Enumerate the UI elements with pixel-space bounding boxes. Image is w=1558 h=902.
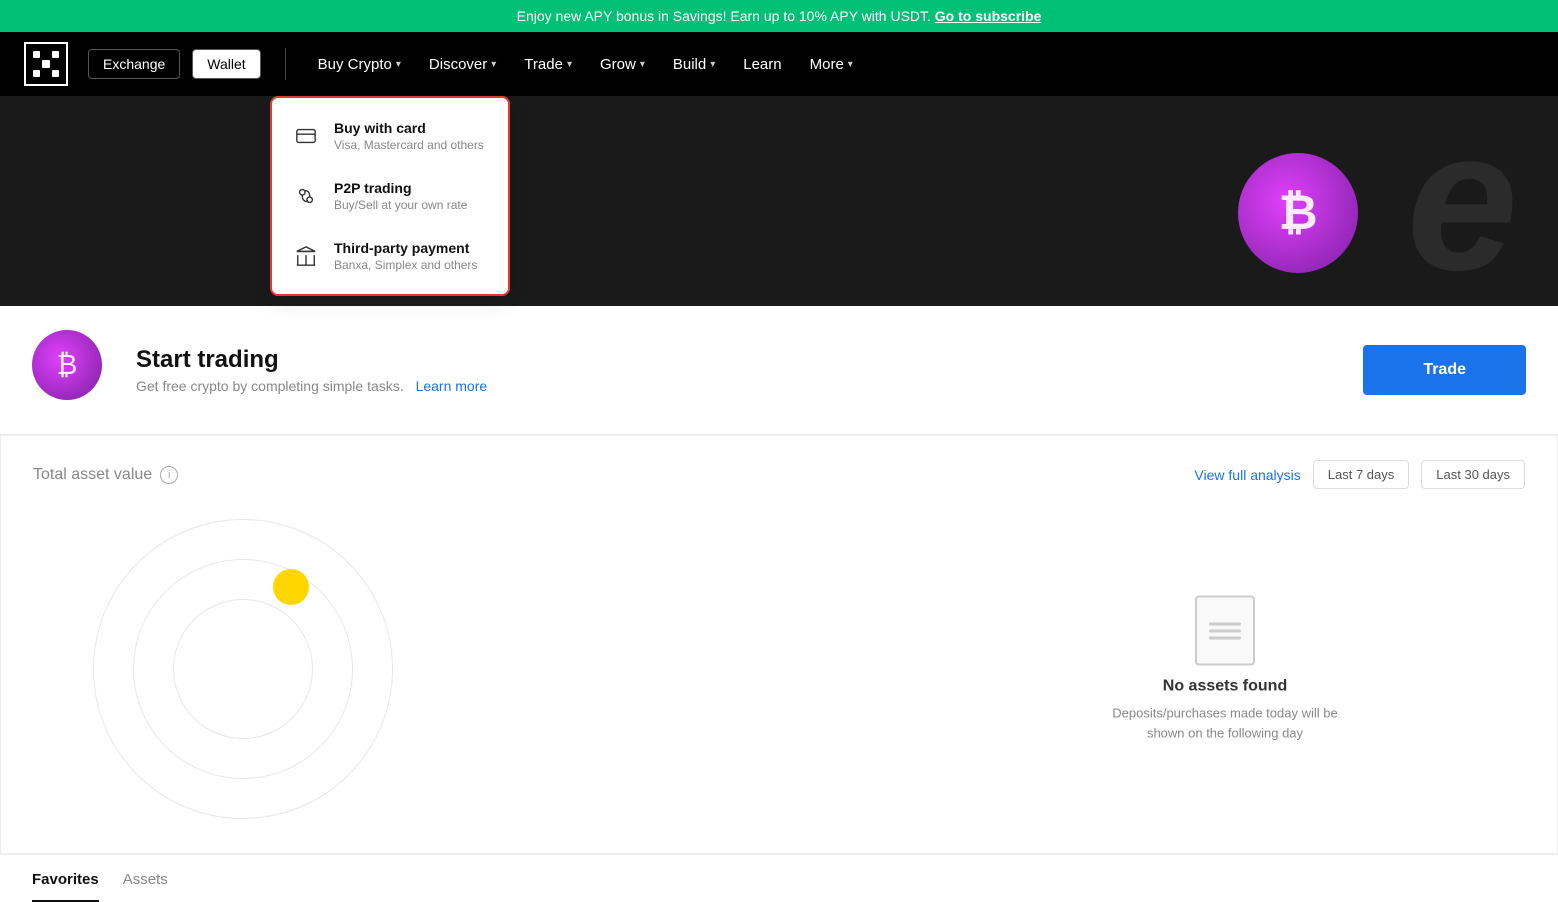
subscribe-link[interactable]: Go to subscribe (935, 8, 1042, 24)
asset-title: Total asset value (33, 466, 152, 484)
p2p-subtitle: Buy/Sell at your own rate (334, 198, 467, 212)
chevron-down-icon: ▾ (491, 59, 496, 70)
tab-assets[interactable]: Assets (123, 871, 168, 902)
header: Exchange Wallet Buy Crypto ▾ Discover ▾ … (0, 32, 1558, 96)
asset-controls: View full analysis Last 7 days Last 30 d… (1194, 460, 1525, 489)
trade-button[interactable]: Trade (1363, 345, 1526, 395)
exchange-button[interactable]: Exchange (88, 49, 180, 79)
no-assets-icon (1195, 596, 1255, 666)
chevron-down-icon: ▾ (396, 59, 401, 70)
learn-more-link[interactable]: Learn more (416, 378, 488, 394)
no-assets-line-3 (1209, 636, 1241, 639)
third-party-title: Third-party payment (334, 240, 477, 256)
chevron-down-icon: ▾ (640, 59, 645, 70)
asset-section: Total asset value i View full analysis L… (0, 435, 1558, 854)
no-assets-subtitle: Deposits/purchases made today will be sh… (1105, 704, 1345, 743)
hero-section: e ₿ (0, 96, 1558, 306)
asset-header: Total asset value i View full analysis L… (33, 460, 1525, 489)
nav-more[interactable]: More ▾ (798, 48, 865, 81)
start-trading-subtitle: Get free crypto by completing simple tas… (136, 378, 1363, 394)
main-nav: Buy Crypto ▾ Discover ▾ Trade ▾ Grow ▾ B… (306, 48, 865, 81)
logo[interactable] (24, 42, 68, 86)
dropdown-item-p2p[interactable]: P2P trading Buy/Sell at your own rate (272, 166, 508, 226)
p2p-title: P2P trading (334, 180, 467, 196)
nav-learn[interactable]: Learn (731, 48, 793, 81)
card-icon (292, 122, 320, 150)
yellow-dot (273, 569, 309, 605)
nav-trade[interactable]: Trade ▾ (512, 48, 584, 81)
hero-coin: ₿ (1238, 153, 1358, 273)
nav-discover[interactable]: Discover ▾ (417, 48, 508, 81)
wallet-button[interactable]: Wallet (192, 49, 260, 79)
no-assets-title: No assets found (1105, 678, 1345, 696)
info-icon[interactable]: i (160, 466, 178, 484)
nav-build[interactable]: Build ▾ (661, 48, 727, 81)
buy-crypto-dropdown: Buy with card Visa, Mastercard and other… (270, 96, 510, 296)
trading-coin-icon: ₿ (32, 330, 102, 400)
start-trading-row: ₿ Start trading Get free crypto by compl… (0, 306, 1558, 435)
banner-text: Enjoy new APY bonus in Savings! Earn up … (517, 8, 931, 24)
no-assets-line-1 (1209, 622, 1241, 625)
start-trading-icon: ₿ (32, 330, 112, 410)
start-trading-title: Start trading (136, 346, 1363, 374)
last-30-days-button[interactable]: Last 30 days (1421, 460, 1525, 489)
no-assets-line-2 (1209, 629, 1241, 632)
logo-box (24, 42, 68, 86)
third-party-subtitle: Banxa, Simplex and others (334, 258, 477, 272)
nav-grow[interactable]: Grow ▾ (588, 48, 657, 81)
start-trading-text: Start trading Get free crypto by complet… (136, 346, 1363, 394)
main-content: e ₿ ₿ Start trading Get free crypto by c… (0, 96, 1558, 902)
dropdown-item-third-party[interactable]: Third-party payment Banxa, Simplex and o… (272, 226, 508, 286)
dropdown-item-buy-card[interactable]: Buy with card Visa, Mastercard and other… (272, 106, 508, 166)
tabs-section: Favorites Assets (0, 854, 1558, 902)
view-full-analysis-link[interactable]: View full analysis (1194, 467, 1300, 483)
tab-favorites[interactable]: Favorites (32, 871, 99, 902)
chevron-down-icon: ▾ (710, 59, 715, 70)
nav-divider (285, 48, 286, 80)
hero-bg-text: e (1407, 96, 1518, 306)
chevron-down-icon: ▾ (567, 59, 572, 70)
no-assets-box: No assets found Deposits/purchases made … (1105, 596, 1345, 743)
chevron-down-icon: ▾ (848, 59, 853, 70)
p2p-icon (292, 182, 320, 210)
asset-title-row: Total asset value i (33, 466, 178, 484)
bank-icon (292, 242, 320, 270)
circle-deco-3 (173, 599, 313, 739)
chart-area: No assets found Deposits/purchases made … (33, 509, 1525, 829)
nav-buy-crypto[interactable]: Buy Crypto ▾ (306, 48, 413, 81)
top-banner: Enjoy new APY bonus in Savings! Earn up … (0, 0, 1558, 32)
buy-card-subtitle: Visa, Mastercard and others (334, 138, 484, 152)
last-7-days-button[interactable]: Last 7 days (1313, 460, 1410, 489)
buy-card-title: Buy with card (334, 120, 484, 136)
